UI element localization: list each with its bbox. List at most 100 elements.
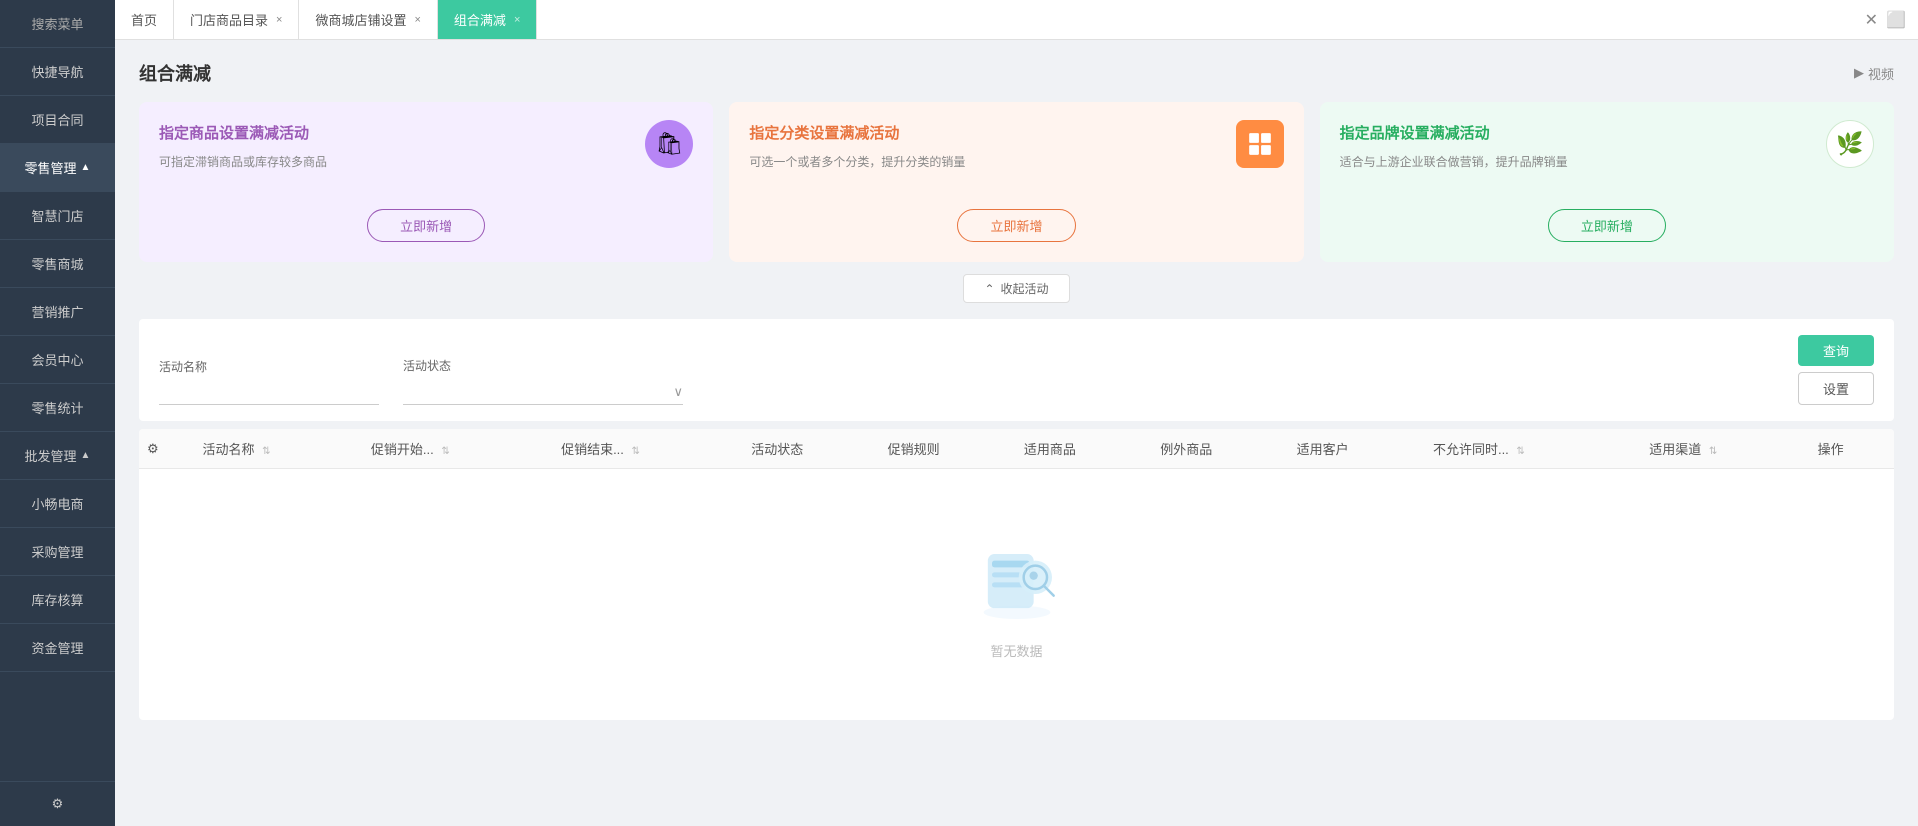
table-gear-icon[interactable]: ⚙ (147, 441, 159, 456)
th-applicable-channel: 适用渠道 ⇅ (1641, 429, 1809, 469)
th-operation: 操作 (1810, 429, 1894, 469)
tab-close-combo-discount[interactable]: × (514, 14, 520, 26)
th-applicable-customer: 适用客户 (1289, 429, 1425, 469)
sidebar-item-marketing[interactable]: 营销推广 (0, 288, 115, 336)
sidebar-item-project-contract[interactable]: 项目合同 (0, 96, 115, 144)
tab-close-wechat-store[interactable]: × (414, 14, 420, 26)
th-promo-rule: 促销规则 (880, 429, 1016, 469)
tab-combo-discount[interactable]: 组合满减 × (438, 0, 537, 39)
sidebar-item-retail-stats[interactable]: 零售统计 (0, 384, 115, 432)
activity-name-label: 活动名称 (159, 358, 379, 375)
tab-label-store-catalog: 门店商品目录 (190, 10, 268, 29)
sort-icon-no-concurrent[interactable]: ⇅ (1516, 446, 1524, 457)
card-product-add-button[interactable]: 立即新增 (367, 209, 485, 242)
th-activity-status: 活动状态 (743, 429, 879, 469)
main-area: 首页 门店商品目录 × 微商城店铺设置 × 组合满减 × ✕ ⬜ 组合满减 ▶ 视频 🛍 指… (115, 0, 1918, 826)
activity-name-input[interactable] (159, 381, 379, 405)
page-header: 组合满减 ▶ 视频 (139, 60, 1894, 86)
card-category-desc: 可选一个或者多个分类，提升分类的销量 (749, 153, 1123, 172)
chevron-down-icon: ▲ (81, 162, 91, 173)
tab-store-catalog[interactable]: 门店商品目录 × (174, 0, 299, 39)
activity-status-select[interactable]: ∨ (403, 380, 683, 405)
filter-actions: 查询 设置 (1798, 335, 1874, 405)
collapse-bar: ⌃ 收起活动 (139, 274, 1894, 303)
sidebar-item-inventory[interactable]: 库存核算 (0, 576, 115, 624)
sort-icon-promo-end[interactable]: ⇅ (632, 446, 640, 457)
gear-icon: ⚙ (52, 796, 64, 811)
collapse-activities-button[interactable]: ⌃ 收起活动 (963, 274, 1069, 303)
sidebar-item-retail-mgmt[interactable]: 零售管理▲ (0, 144, 115, 192)
sidebar-item-retail-mall[interactable]: 零售商城 (0, 240, 115, 288)
activity-status-field: 活动状态 ∨ (403, 357, 683, 405)
sidebar-item-membership[interactable]: 会员中心 (0, 336, 115, 384)
tab-label-home: 首页 (131, 10, 157, 29)
video-link[interactable]: ▶ 视频 (1854, 64, 1894, 83)
card-product: 🛍 指定商品设置满减活动 可指定滞销商品或库存较多商品 立即新增 (139, 102, 713, 262)
tab-label-wechat-store: 微商城店铺设置 (315, 10, 406, 29)
card-product-icon: 🛍 (645, 120, 693, 168)
sort-icon-activity-name[interactable]: ⇅ (262, 446, 270, 457)
th-activity-name-label: 活动名称 (202, 442, 254, 457)
card-category-icon (1236, 120, 1284, 168)
th-excluded-goods: 例外商品 (1152, 429, 1288, 469)
th-promo-end: 促销结束... ⇅ (553, 429, 743, 469)
sidebar-item-wholesale-mgmt[interactable]: 批发管理▲ (0, 432, 115, 480)
content-area: 组合满减 ▶ 视频 🛍 指定商品设置满减活动 可指定滞销商品或库存较多商品 立即… (115, 40, 1918, 826)
th-gear: ⚙ (139, 429, 194, 469)
tab-close-store-catalog[interactable]: × (276, 14, 282, 26)
card-product-desc: 可指定滞销商品或库存较多商品 (159, 153, 533, 172)
tabbar-actions: ✕ ⬜ (1853, 10, 1918, 30)
sidebar-footer-settings[interactable]: ⚙ (0, 781, 115, 826)
chevron-up-icon: ⌃ (984, 282, 994, 296)
page-title: 组合满减 (139, 60, 211, 86)
card-brand-title: 指定品牌设置满减活动 (1340, 122, 1874, 143)
play-circle-icon: ▶ (1854, 65, 1864, 81)
query-button[interactable]: 查询 (1798, 335, 1874, 366)
sidebar-item-finance[interactable]: 资金管理 (0, 624, 115, 672)
tabbar: 首页 门店商品目录 × 微商城店铺设置 × 组合满减 × ✕ ⬜ (115, 0, 1918, 40)
expand-window-button[interactable]: ⬜ (1886, 10, 1906, 30)
sort-icon-promo-start[interactable]: ⇅ (441, 446, 449, 457)
card-category-add-button[interactable]: 立即新增 (957, 209, 1075, 242)
sidebar-search[interactable]: 搜索菜单 (0, 0, 115, 48)
card-brand: 🌿 指定品牌设置满减活动 适合与上游企业联合做营销，提升品牌销量 立即新增 (1320, 102, 1894, 262)
th-no-concurrent: 不允许同时... ⇅ (1425, 429, 1641, 469)
empty-state-icon (967, 529, 1067, 629)
card-category-title: 指定分类设置满减活动 (749, 122, 1283, 143)
sidebar-item-smart-store[interactable]: 智慧门店 (0, 192, 115, 240)
th-promo-start: 促销开始... ⇅ (363, 429, 553, 469)
th-promo-start-label: 促销开始... (371, 442, 434, 457)
card-brand-add-button[interactable]: 立即新增 (1548, 209, 1666, 242)
close-window-button[interactable]: ✕ (1865, 10, 1878, 30)
activity-status-label: 活动状态 (403, 357, 683, 374)
sort-icon-channel[interactable]: ⇅ (1709, 446, 1717, 457)
th-applicable-channel-label: 适用渠道 (1649, 442, 1701, 457)
card-brand-icon: 🌿 (1826, 120, 1874, 168)
sidebar: 搜索菜单 快捷导航项目合同零售管理▲智慧门店零售商城营销推广会员中心零售统计批发… (0, 0, 115, 826)
tab-label-combo-discount: 组合满减 (454, 10, 506, 29)
th-activity-name: 活动名称 ⇅ (194, 429, 362, 469)
tab-home[interactable]: 首页 (115, 0, 174, 39)
table-header: ⚙ 活动名称 ⇅ 促销开始... ⇅ 促销结束... ⇅ (139, 429, 1894, 469)
filter-row: 活动名称 活动状态 ∨ 查询 设置 (139, 319, 1894, 421)
data-table-wrapper: ⚙ 活动名称 ⇅ 促销开始... ⇅ 促销结束... ⇅ (139, 429, 1894, 720)
card-brand-desc: 适合与上游企业联合做营销，提升品牌销量 (1340, 153, 1714, 172)
th-applicable-goods: 适用商品 (1016, 429, 1152, 469)
sidebar-item-purchase-mgmt[interactable]: 采购管理 (0, 528, 115, 576)
th-no-concurrent-label: 不允许同时... (1433, 442, 1509, 457)
card-category: 指定分类设置满减活动 可选一个或者多个分类，提升分类的销量 立即新增 (729, 102, 1303, 262)
settings-button[interactable]: 设置 (1798, 372, 1874, 405)
tab-wechat-store[interactable]: 微商城店铺设置 × (299, 0, 437, 39)
promo-cards-row: 🛍 指定商品设置满减活动 可指定滞销商品或库存较多商品 立即新增 指定分类设置满… (139, 102, 1894, 262)
activity-name-field: 活动名称 (159, 358, 379, 405)
empty-state: 暂无数据 (139, 469, 1894, 720)
card-product-title: 指定商品设置满减活动 (159, 122, 693, 143)
chevron-down-icon: ▲ (81, 450, 91, 461)
empty-state-text: 暂无数据 (990, 641, 1042, 660)
sidebar-item-xiaochang-ec[interactable]: 小畅电商 (0, 480, 115, 528)
th-promo-end-label: 促销结束... (561, 442, 624, 457)
data-table: ⚙ 活动名称 ⇅ 促销开始... ⇅ 促销结束... ⇅ (139, 429, 1894, 469)
collapse-label: 收起活动 (1001, 280, 1049, 297)
sidebar-item-quick-nav[interactable]: 快捷导航 (0, 48, 115, 96)
chevron-down-icon: ∨ (673, 384, 683, 400)
